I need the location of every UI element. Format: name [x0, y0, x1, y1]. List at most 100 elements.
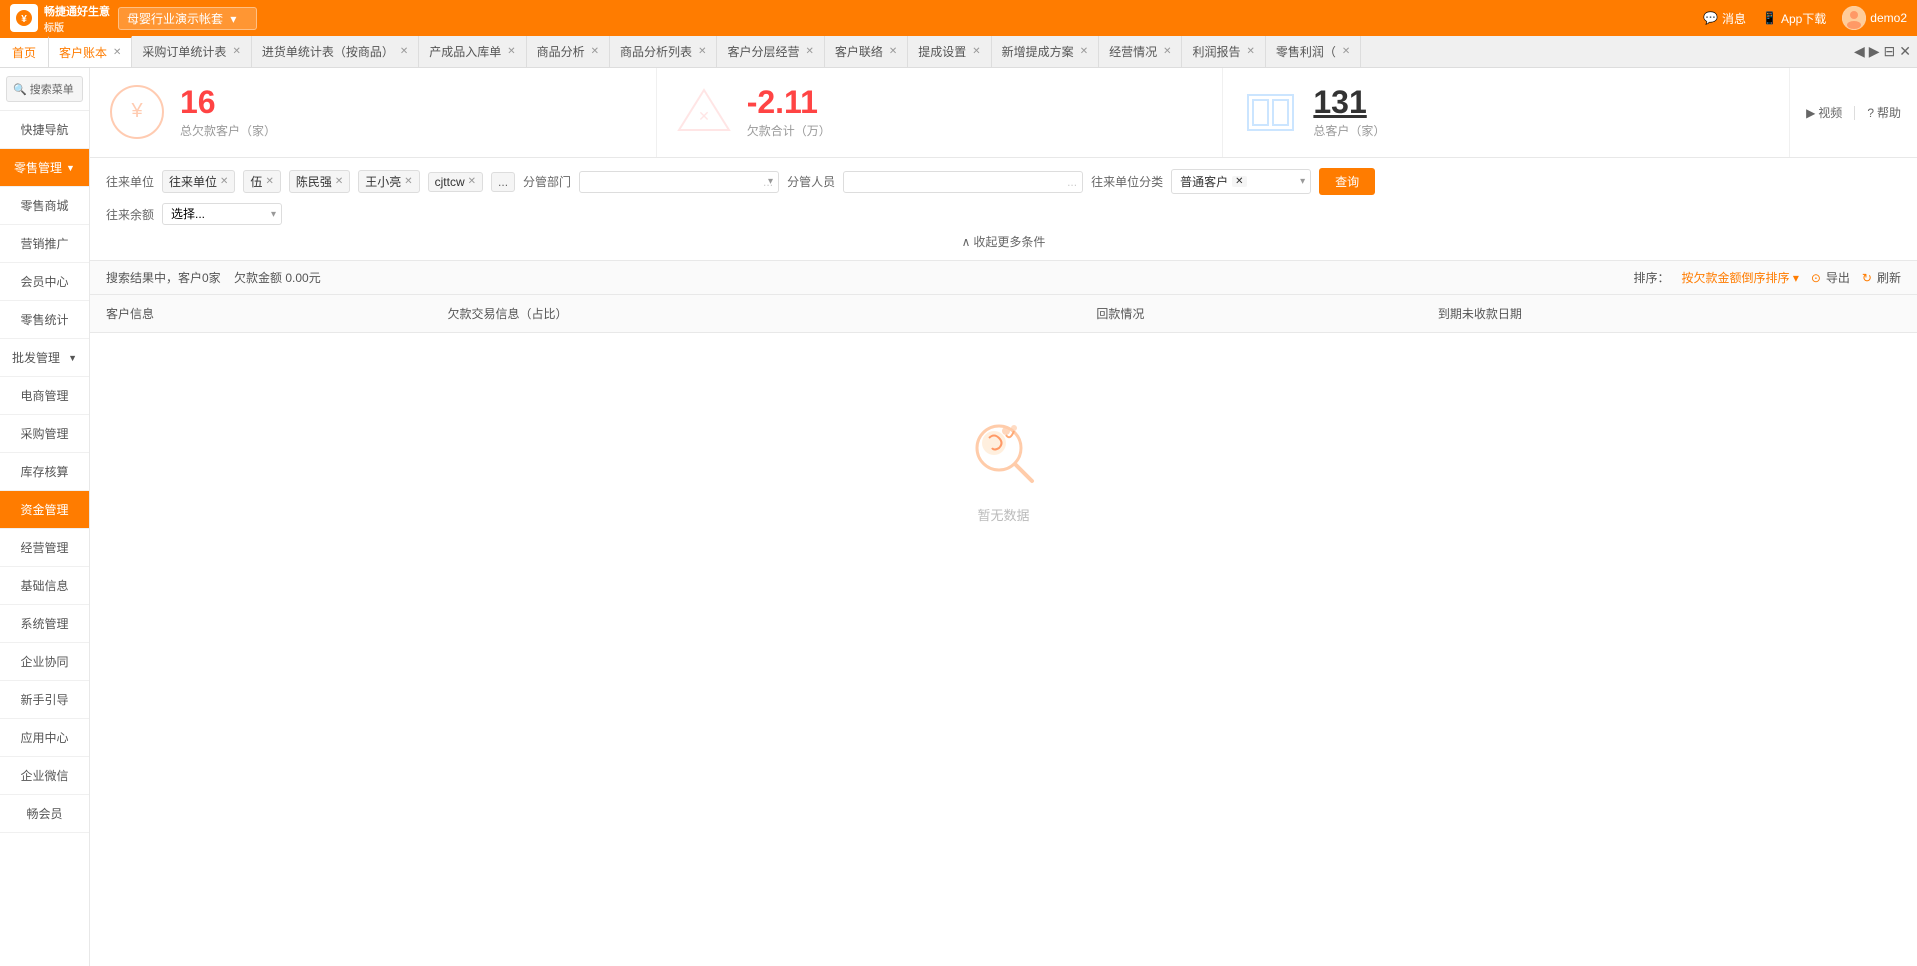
svg-text:¥: ¥ [130, 100, 143, 122]
remove-unit-class[interactable]: ✕ [1232, 176, 1246, 187]
result-bar-right: 排序： 按欠款金额倒序排序 ▾ ⊙ 导出 ↻ 刷新 [1633, 269, 1901, 286]
tab-purchase-order-stats[interactable]: 采购订单统计表 ✕ [132, 36, 251, 68]
sort-select[interactable]: 按欠款金额倒序排序 ▾ [1681, 269, 1798, 286]
more-tags-btn[interactable]: ... [491, 172, 515, 192]
close-icon[interactable]: ✕ [1247, 46, 1255, 57]
close-icon[interactable]: ✕ [232, 46, 240, 57]
search-btn[interactable]: 查询 [1319, 168, 1375, 195]
sidebar-item-ecommerce[interactable]: 电商管理 [0, 377, 89, 415]
help-btn[interactable]: ? 帮助 [1867, 104, 1901, 121]
customer-unit-label: 往来单位 [106, 173, 154, 190]
tab-customer-segment[interactable]: 客户分层经营 ✕ [717, 36, 824, 68]
sidebar-item-finance[interactable]: 资金管理 [0, 491, 89, 529]
sidebar-item-retail-store[interactable]: 零售商城 [0, 187, 89, 225]
tab-menu-btn[interactable]: ⊟ [1884, 43, 1896, 60]
filter-tag-1[interactable]: 伍 ✕ [243, 170, 280, 193]
tab-profit-report[interactable]: 利润报告 ✕ [1182, 36, 1265, 68]
export-btn[interactable]: ⊙ 导出 [1811, 269, 1850, 286]
stat-credit-customers: ¥ 16 总欠款客户（家） [90, 68, 657, 157]
sidebar-item-operations[interactable]: 经营管理 [0, 529, 89, 567]
sidebar-item-system[interactable]: 系统管理 [0, 605, 89, 643]
sidebar-search-area: 🔍 搜索菜单 [0, 68, 89, 111]
person-input[interactable] [843, 171, 1083, 193]
collapse-btn[interactable]: ∧ 收起更多条件 [962, 233, 1046, 250]
search-menu-btn[interactable]: 🔍 搜索菜单 [6, 76, 83, 102]
result-summary: 搜索结果中，客户0家 欠款金额 0.00元 [106, 269, 321, 286]
user-profile[interactable]: demo2 [1842, 6, 1907, 30]
close-icon[interactable]: ✕ [698, 46, 706, 57]
table-header-row: 客户信息 欠款交易信息（占比） 回款情况 到期未收款日期 [90, 295, 1917, 333]
data-table: 客户信息 欠款交易信息（占比） 回款情况 到期未收款日期 [90, 295, 1917, 333]
close-icon[interactable]: ✕ [1342, 46, 1350, 57]
video-btn[interactable]: ▶ 视频 [1806, 104, 1842, 121]
filter-row-1: 往来单位 往来单位 ✕ 伍 ✕ 陈民强 ✕ 王小亮 ✕ [106, 168, 1901, 195]
stat-value-total: 131 [1313, 86, 1385, 118]
app-download-btn[interactable]: 📱 App下载 [1762, 10, 1826, 27]
remove-icon[interactable]: ✕ [468, 176, 476, 187]
close-icon[interactable]: ✕ [113, 47, 121, 58]
sidebar-item-wholesale-management[interactable]: 批发管理 ▼ [0, 339, 89, 377]
filter-tag-2[interactable]: 陈民强 ✕ [289, 170, 350, 193]
remove-icon[interactable]: ✕ [220, 176, 228, 187]
stat-content-credit: -2.11 欠款合计（万） [747, 86, 831, 139]
tab-bar: 首页 客户账本 ✕ 采购订单统计表 ✕ 进货单统计表（按商品） ✕ 产成品入库单… [0, 36, 1917, 68]
filter-tag-3[interactable]: 王小亮 ✕ [358, 170, 419, 193]
balance-select-wrapper: 选择... [162, 203, 282, 225]
logo-text: 畅捷通好生意 [44, 3, 110, 19]
close-all-btn[interactable]: ✕ [1899, 43, 1911, 60]
sidebar-item-purchase[interactable]: 采购管理 [0, 415, 89, 453]
tab-business-status[interactable]: 经营情况 ✕ [1099, 36, 1182, 68]
tab-purchase-stats-product[interactable]: 进货单统计表（按商品） ✕ [252, 36, 419, 68]
sidebar-item-inventory[interactable]: 库存核算 [0, 453, 89, 491]
tab-product-cost[interactable]: 产成品入库单 ✕ [419, 36, 526, 68]
remove-icon[interactable]: ✕ [265, 176, 273, 187]
close-icon[interactable]: ✕ [591, 46, 599, 57]
remove-icon[interactable]: ✕ [404, 176, 412, 187]
empty-text: 暂无数据 [977, 505, 1029, 524]
refresh-btn[interactable]: ↻ 刷新 [1862, 269, 1901, 286]
prev-tab-btn[interactable]: ◀ [1854, 43, 1865, 60]
tab-retail-profit[interactable]: 零售利润（ ✕ [1266, 36, 1361, 68]
sidebar-item-marketing[interactable]: 营销推广 [0, 225, 89, 263]
tab-product-analysis[interactable]: 商品分析 ✕ [527, 36, 610, 68]
tab-promotion-settings[interactable]: 提成设置 ✕ [908, 36, 991, 68]
close-icon[interactable]: ✕ [1163, 46, 1171, 57]
unit-class-select[interactable]: 普通客户 ✕ [1171, 169, 1311, 194]
sidebar-item-pro-member[interactable]: 畅会员 [0, 795, 89, 833]
filter-tag-unit-remove[interactable]: 往来单位 ✕ [162, 170, 235, 193]
close-icon[interactable]: ✕ [972, 46, 980, 57]
sidebar-item-enterprise-collab[interactable]: 企业协同 [0, 643, 89, 681]
stat-label-total: 总客户（家） [1313, 122, 1385, 139]
tab-product-analysis-list[interactable]: 商品分析列表 ✕ [610, 36, 717, 68]
account-dropdown[interactable]: 母婴行业演示帐套 ▾ [118, 7, 257, 30]
close-icon[interactable]: ✕ [889, 46, 897, 57]
close-icon[interactable]: ✕ [805, 46, 813, 57]
avatar [1842, 6, 1866, 30]
tab-new-promotion[interactable]: 新增提成方案 ✕ [992, 36, 1099, 68]
tab-home[interactable]: 首页 [0, 36, 49, 68]
close-icon[interactable]: ✕ [400, 46, 408, 57]
remove-icon[interactable]: ✕ [335, 176, 343, 187]
sidebar-item-retail-management[interactable]: 零售管理 ▼ [0, 149, 89, 187]
sidebar-item-quick-nav[interactable]: 快捷导航 [0, 111, 89, 149]
tab-customer-contact[interactable]: 客户联络 ✕ [825, 36, 908, 68]
top-header: ¥ 畅捷通好生意 标版 母婴行业演示帐套 ▾ 💬 消息 📱 App下载 demo… [0, 0, 1917, 36]
sidebar-item-new-guide[interactable]: 新手引导 [0, 681, 89, 719]
sidebar-item-enterprise-wechat[interactable]: 企业微信 [0, 757, 89, 795]
filter-row-2: 往来余额 选择... [106, 203, 1901, 225]
close-icon[interactable]: ✕ [1080, 46, 1088, 57]
close-icon[interactable]: ✕ [507, 46, 515, 57]
next-tab-btn[interactable]: ▶ [1869, 43, 1880, 60]
sidebar-item-app-center[interactable]: 应用中心 [0, 719, 89, 757]
dept-input[interactable] [579, 171, 779, 193]
empty-state: 暂无数据 [90, 333, 1917, 604]
sidebar-item-retail-stats[interactable]: 零售统计 [0, 301, 89, 339]
message-btn[interactable]: 💬 消息 [1703, 10, 1746, 27]
stat-icon-credit: ✕ [677, 85, 732, 140]
stat-value-customers: 16 [180, 86, 276, 118]
balance-select[interactable]: 选择... [162, 203, 282, 225]
filter-tag-4[interactable]: cjttcw ✕ [428, 172, 483, 192]
sidebar-item-basic-info[interactable]: 基础信息 [0, 567, 89, 605]
tab-customer-ledger[interactable]: 客户账本 ✕ [49, 36, 132, 68]
sidebar-item-member-center[interactable]: 会员中心 [0, 263, 89, 301]
